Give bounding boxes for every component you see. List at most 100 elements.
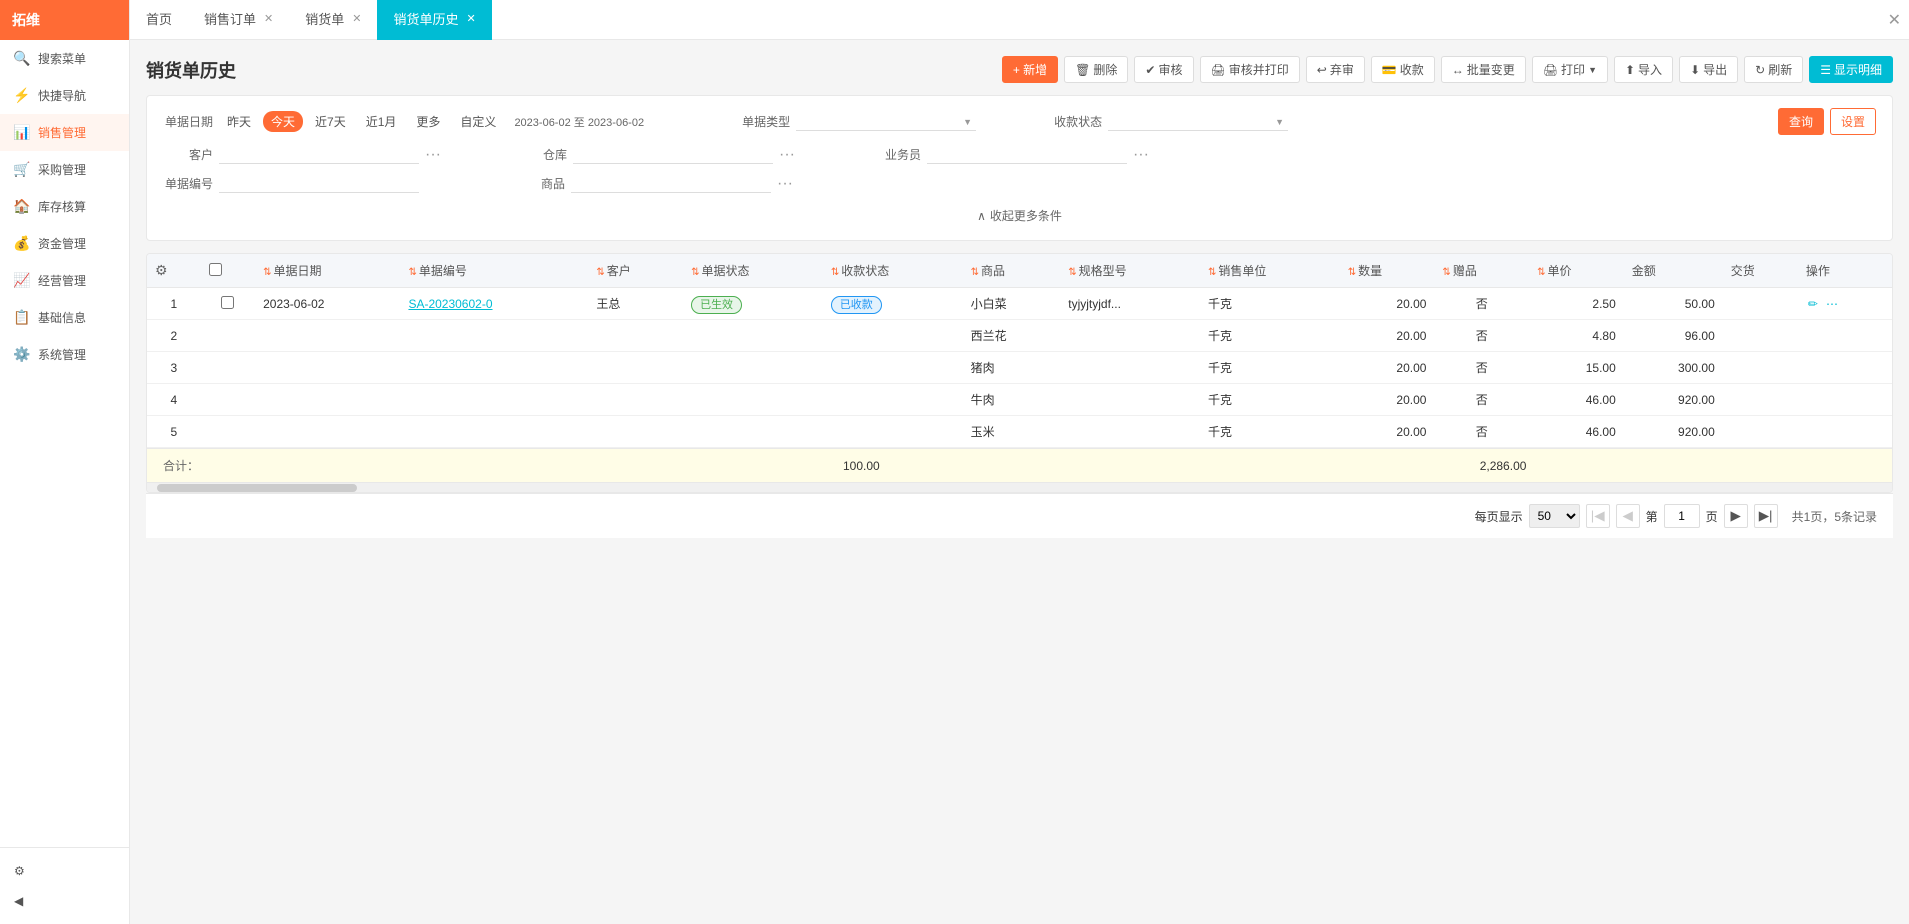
print-button[interactable]: 🖨 打印 ▼ <box>1532 56 1608 83</box>
delete-button[interactable]: 🗑 删除 <box>1064 56 1128 83</box>
sidebar-item-inventory[interactable]: 🏠 库存核算 <box>0 188 129 225</box>
tab-sales-history-close[interactable]: ✕ <box>467 12 476 25</box>
th-product[interactable]: ⇅商品 <box>963 254 1061 288</box>
date-tab-more[interactable]: 更多 <box>408 111 448 132</box>
prev-page-btn[interactable]: ◀ <box>1616 504 1640 528</box>
product-input[interactable] <box>571 174 771 193</box>
sidebar-item-search-menu[interactable]: 🔍 搜索菜单 <box>0 40 129 77</box>
sidebar-item-sales[interactable]: 📊 销售管理 <box>0 114 129 151</box>
tab-sales-delivery-label: 销货单 <box>305 9 344 28</box>
date-tab-custom[interactable]: 自定义 <box>452 111 504 132</box>
warehouse-input[interactable] <box>573 145 773 164</box>
per-page-select[interactable]: 50 100 <box>1529 504 1580 528</box>
tab-home-label: 首页 <box>146 9 172 28</box>
sidebar-item-finance[interactable]: 💰 资金管理 <box>0 225 129 262</box>
th-customer[interactable]: ⇅客户 <box>588 254 683 288</box>
product-dots[interactable]: ··· <box>777 175 793 193</box>
page-number-input[interactable] <box>1664 504 1700 528</box>
edit-action-btn[interactable]: ✏ <box>1806 297 1820 311</box>
sidebar-item-label: 库存核算 <box>38 198 86 215</box>
sidebar-item-purchase[interactable]: 🛒 采购管理 <box>0 151 129 188</box>
next-page-btn[interactable]: ▶ <box>1724 504 1748 528</box>
select-all-checkbox[interactable] <box>209 263 222 276</box>
export-button[interactable]: ⬇ 导出 <box>1679 56 1738 83</box>
print-dropdown-icon: ▼ <box>1588 65 1597 75</box>
horizontal-scrollbar[interactable] <box>147 482 1892 492</box>
th-payment-status[interactable]: ⇅收款状态 <box>823 254 963 288</box>
tab-bar-close[interactable]: ✕ <box>1888 10 1909 30</box>
query-button[interactable]: 查询 <box>1778 108 1824 135</box>
sales-icon: 📊 <box>14 125 30 141</box>
td-amount: 920.00 <box>1624 416 1723 448</box>
td-customer <box>588 352 683 384</box>
tab-home[interactable]: 首页 <box>130 0 188 40</box>
date-tab-today[interactable]: 今天 <box>263 111 303 132</box>
scrollbar-thumb[interactable] <box>157 484 357 492</box>
td-row-num: 4 <box>147 384 201 416</box>
date-tab-yesterday[interactable]: 昨天 <box>219 111 259 132</box>
th-doc-date[interactable]: ⇅单据日期 <box>255 254 400 288</box>
td-product: 小白菜 <box>963 288 1061 320</box>
th-gift[interactable]: ⇅赠品 <box>1434 254 1529 288</box>
salesperson-dots[interactable]: ··· <box>1133 146 1149 164</box>
tab-sales-order-close[interactable]: ✕ <box>264 12 273 25</box>
tab-sales-delivery-close[interactable]: ✕ <box>352 12 361 25</box>
sidebar: 拓维 🔍 搜索菜单 ⚡ 快捷导航 📊 销售管理 🛒 采购管理 🏠 库存核算 💰 … <box>0 0 130 924</box>
td-qty: 20.00 <box>1340 352 1435 384</box>
td-action: ✏⋯ <box>1798 288 1892 320</box>
import-button[interactable]: ⬆ 导入 <box>1614 56 1673 83</box>
customer-dots[interactable]: ··· <box>425 146 441 164</box>
first-page-btn[interactable]: |◀ <box>1586 504 1610 528</box>
td-doc-date <box>255 384 400 416</box>
show-details-icon: ☰ <box>1820 63 1831 77</box>
tab-sales-history-label: 销货单历史 <box>393 9 458 28</box>
doc-no-input[interactable] <box>219 174 419 193</box>
approve-print-button[interactable]: 🖨 审核并打印 <box>1200 56 1300 83</box>
sidebar-collapse-btn[interactable]: ◀ <box>0 886 129 916</box>
refresh-button[interactable]: ↻ 刷新 <box>1744 56 1803 83</box>
th-qty[interactable]: ⇅数量 <box>1340 254 1435 288</box>
tab-sales-history[interactable]: 销货单历史 ✕ <box>377 0 491 40</box>
settings-button[interactable]: 设置 <box>1830 108 1876 135</box>
batch-change-button[interactable]: ↔ 批量变更 <box>1441 56 1526 83</box>
td-unit: 千克 <box>1200 288 1340 320</box>
salesperson-input[interactable] <box>927 145 1127 164</box>
th-unit[interactable]: ⇅销售单位 <box>1200 254 1340 288</box>
sidebar-settings-btn[interactable]: ⚙ <box>0 856 129 886</box>
more-action-btn[interactable]: ⋯ <box>1824 297 1840 311</box>
tab-sales-order[interactable]: 销售订单 ✕ <box>188 0 289 40</box>
payment-status-select[interactable] <box>1108 112 1288 131</box>
page-header: 销货单历史 + 新增 🗑 删除 ✔ 审核 🖨 审核并打印 ↩ 弃审 <box>146 56 1893 83</box>
sidebar-item-sys-mgmt[interactable]: ⚙️ 系统管理 <box>0 336 129 373</box>
row-checkbox[interactable] <box>221 296 234 309</box>
payment-status-select-wrapper <box>1108 112 1288 131</box>
sidebar-item-operations[interactable]: 📈 经营管理 <box>0 262 129 299</box>
sidebar-item-basic-info[interactable]: 📋 基础信息 <box>0 299 129 336</box>
warehouse-dots[interactable]: ··· <box>779 146 795 164</box>
collect-icon: 💳 <box>1382 63 1397 77</box>
last-page-btn[interactable]: ▶| <box>1754 504 1778 528</box>
doc-type-select[interactable] <box>796 112 976 131</box>
th-unit-price[interactable]: ⇅单价 <box>1529 254 1624 288</box>
date-tab-1month[interactable]: 近1月 <box>358 111 405 132</box>
table-row: 2 西兰花 千克 20.00 否 4.80 96.00 <box>147 320 1892 352</box>
th-doc-status[interactable]: ⇅单据状态 <box>683 254 823 288</box>
approve-icon: ✔ <box>1145 63 1155 77</box>
th-doc-no[interactable]: ⇅单据编号 <box>400 254 588 288</box>
sidebar-item-quick-nav[interactable]: ⚡ 快捷导航 <box>0 77 129 114</box>
abandon-button[interactable]: ↩ 弃审 <box>1306 56 1365 83</box>
date-tab-7days[interactable]: 近7天 <box>307 111 354 132</box>
collapse-btn[interactable]: ∧ 收起更多条件 <box>163 203 1876 228</box>
tab-sales-delivery[interactable]: 销货单 ✕ <box>289 0 377 40</box>
show-details-button[interactable]: ☰ 显示明细 <box>1809 56 1893 83</box>
th-spec[interactable]: ⇅规格型号 <box>1060 254 1200 288</box>
collect-button[interactable]: 💳 收款 <box>1371 56 1435 83</box>
customer-filter-group: 客户 ··· <box>163 145 441 164</box>
td-gift: 否 <box>1434 416 1529 448</box>
table-settings-icon[interactable]: ⚙ <box>155 262 168 278</box>
customer-input[interactable] <box>219 145 419 164</box>
new-button[interactable]: + 新增 <box>1002 56 1058 83</box>
doc-no-link[interactable]: SA-20230602-0 <box>408 297 492 311</box>
approve-button[interactable]: ✔ 审核 <box>1134 56 1193 83</box>
td-unit-price: 4.80 <box>1529 320 1624 352</box>
